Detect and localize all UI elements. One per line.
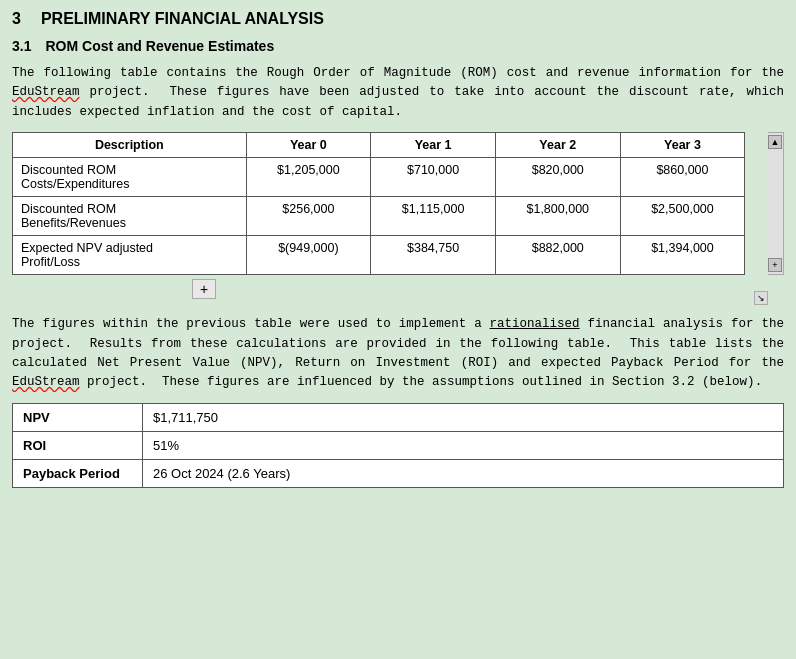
col-header-year2: Year 2 xyxy=(495,133,620,158)
intro-paragraph: The following table contains the Rough O… xyxy=(12,64,784,122)
summary-table: NPV $1,711,750 ROI 51% Payback Period 26… xyxy=(12,403,784,488)
scrollbar-up-button[interactable]: ▲ xyxy=(768,135,782,149)
row3-desc: Expected NPV adjustedProfit/Loss xyxy=(13,236,247,275)
and-word: and xyxy=(222,105,245,119)
row2-year3: $2,500,000 xyxy=(620,197,745,236)
payback-value: 26 Oct 2024 (2.6 Years) xyxy=(143,459,784,487)
row1-year3: $860,000 xyxy=(620,158,745,197)
row2-year2: $1,800,000 xyxy=(495,197,620,236)
npv-value: $1,711,750 xyxy=(143,403,784,431)
row3-year1: $384,750 xyxy=(371,236,496,275)
payback-label: Payback Period xyxy=(13,459,143,487)
col-header-year0: Year 0 xyxy=(246,133,371,158)
table-row: Expected NPV adjustedProfit/Loss $(949,0… xyxy=(13,236,745,275)
table-row: Discounted ROMCosts/Expenditures $1,205,… xyxy=(13,158,745,197)
this-word: This xyxy=(630,337,660,351)
rom-table: Description Year 0 Year 1 Year 2 Year 3 … xyxy=(12,132,745,275)
subsection-title: 3.1ROM Cost and Revenue Estimates xyxy=(12,38,784,54)
row1-year2: $820,000 xyxy=(495,158,620,197)
section-title: 3PRELIMINARY FINANCIAL ANALYSIS xyxy=(12,10,784,28)
summary-row-payback: Payback Period 26 Oct 2024 (2.6 Years) xyxy=(13,459,784,487)
row1-year0: $1,205,000 xyxy=(246,158,371,197)
row2-desc: Discounted ROMBenefits/Revenues xyxy=(13,197,247,236)
row2-year1: $1,115,000 xyxy=(371,197,496,236)
scrollbar-plus-button[interactable]: + xyxy=(768,258,782,272)
row3-year0: $(949,000) xyxy=(246,236,371,275)
edustream-link-1: EduStream xyxy=(12,85,80,99)
row2-year0: $256,000 xyxy=(246,197,371,236)
subsection-number: 3.1 xyxy=(12,38,31,54)
row1-desc: Discounted ROMCosts/Expenditures xyxy=(13,158,247,197)
outro-paragraph: The figures within the previous table we… xyxy=(12,315,784,393)
roi-value: 51% xyxy=(143,431,784,459)
row3-year3: $1,394,000 xyxy=(620,236,745,275)
rationalised-word: rationalised xyxy=(490,317,580,331)
edustream-link-2: EduStream xyxy=(12,375,80,389)
npv-label: NPV xyxy=(13,403,143,431)
col-header-year3: Year 3 xyxy=(620,133,745,158)
row1-year1: $710,000 xyxy=(371,158,496,197)
row3-year2: $882,000 xyxy=(495,236,620,275)
summary-row-roi: ROI 51% xyxy=(13,431,784,459)
summary-row-npv: NPV $1,711,750 xyxy=(13,403,784,431)
col-header-year1: Year 1 xyxy=(371,133,496,158)
add-row-button[interactable]: + xyxy=(192,279,216,299)
rom-table-container: Description Year 0 Year 1 Year 2 Year 3 … xyxy=(12,132,784,305)
section-number: 3 xyxy=(12,10,21,28)
col-header-description: Description xyxy=(13,133,247,158)
resize-handle[interactable]: ↘ xyxy=(754,291,768,305)
roi-label: ROI xyxy=(13,431,143,459)
table-row: Discounted ROMBenefits/Revenues $256,000… xyxy=(13,197,745,236)
